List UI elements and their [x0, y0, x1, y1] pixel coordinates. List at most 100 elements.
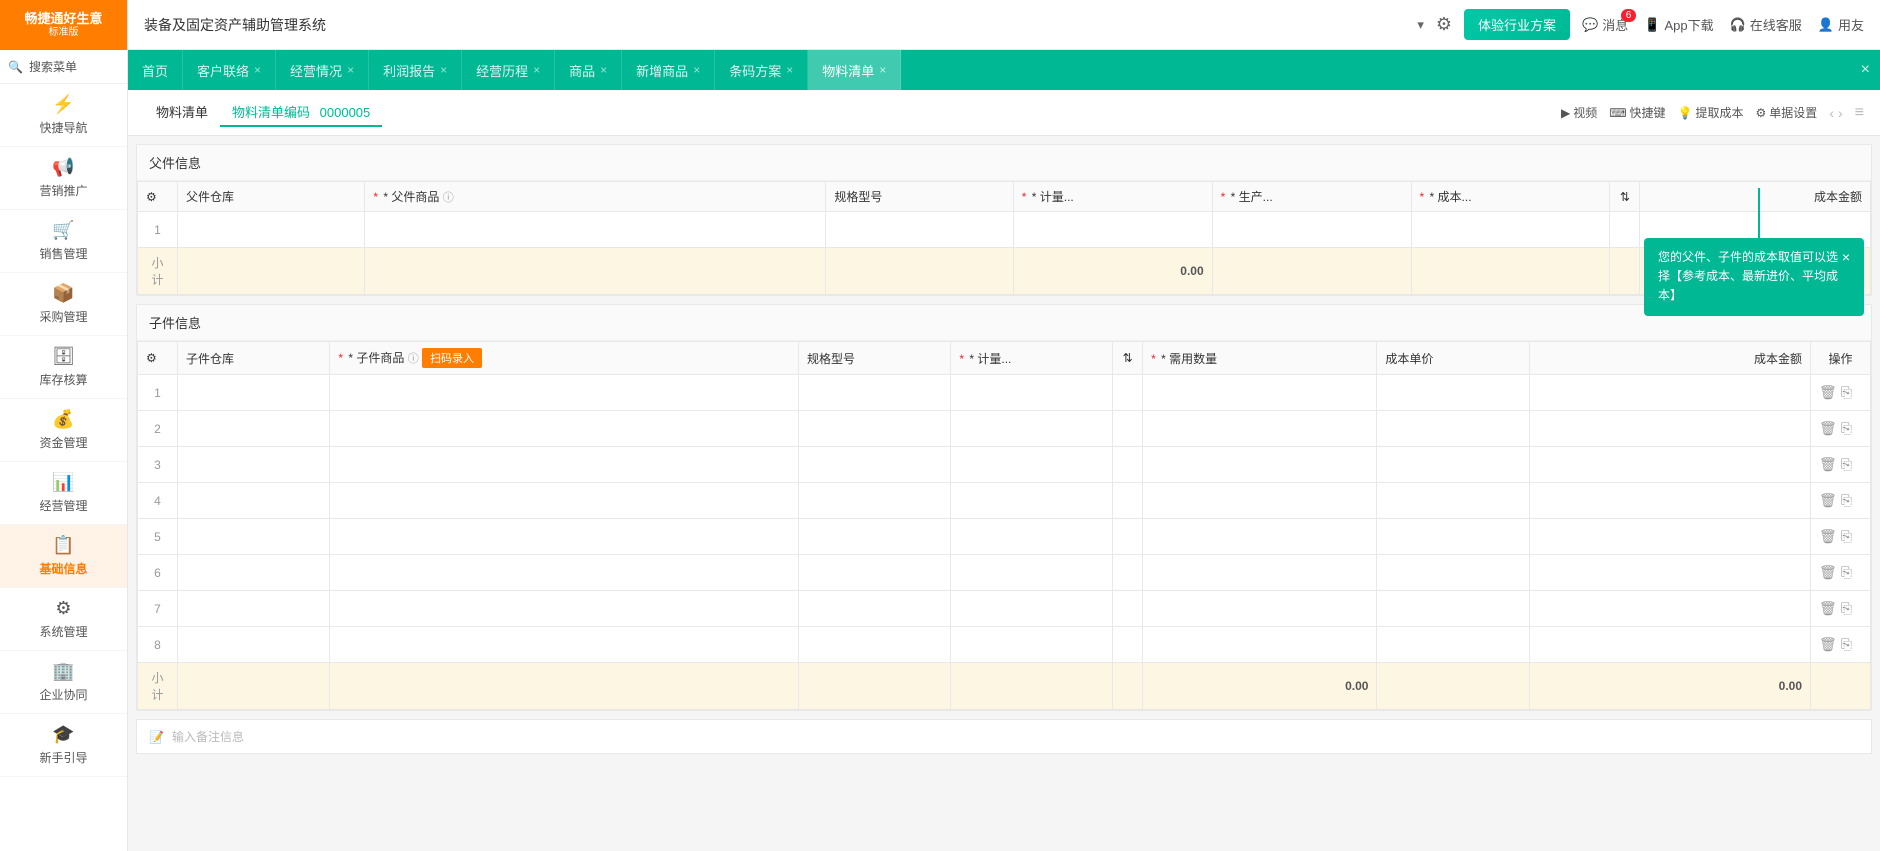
copy-icon[interactable]: ⎘	[1841, 564, 1852, 581]
copy-icon[interactable]: ⎘	[1841, 420, 1852, 437]
breadcrumb-tab-list[interactable]: 物料清单	[144, 98, 220, 127]
child-unit-cell[interactable]	[951, 591, 1113, 627]
child-product-cell[interactable]	[330, 519, 799, 555]
child-quantity-cell[interactable]	[1143, 447, 1377, 483]
child-warehouse-cell[interactable]	[178, 375, 330, 411]
sidebar-item-purchase[interactable]: 📦 采购管理	[0, 273, 127, 336]
child-quantity-cell[interactable]	[1143, 627, 1377, 663]
child-cost-amount-cell[interactable]	[1529, 627, 1810, 663]
child-unit-price-cell[interactable]	[1377, 555, 1529, 591]
child-unit-cell[interactable]	[951, 627, 1113, 663]
child-cost-amount-cell[interactable]	[1529, 447, 1810, 483]
child-unit-price-cell[interactable]	[1377, 519, 1529, 555]
copy-icon[interactable]: ⎘	[1841, 528, 1852, 545]
child-warehouse-cell[interactable]	[178, 483, 330, 519]
tab-bom[interactable]: 物料清单 ×	[808, 50, 901, 90]
copy-icon[interactable]: ⎘	[1841, 636, 1852, 653]
tab-customer[interactable]: 客户联络 ×	[183, 50, 276, 90]
child-sort-cell[interactable]	[1113, 375, 1143, 411]
delete-icon[interactable]: 🗑	[1819, 420, 1837, 437]
sidebar-item-enterprise[interactable]: 🏢 企业协同	[0, 651, 127, 714]
delete-icon[interactable]: 🗑	[1819, 636, 1837, 653]
child-sort-cell[interactable]	[1113, 627, 1143, 663]
child-col-settings[interactable]: ⚙	[138, 342, 178, 375]
tab-profit-report-close[interactable]: ×	[440, 63, 447, 77]
child-product-cell[interactable]	[330, 447, 799, 483]
tab-new-products[interactable]: 新增商品 ×	[622, 50, 715, 90]
child-spec-cell[interactable]	[799, 411, 951, 447]
child-unit-price-cell[interactable]	[1377, 375, 1529, 411]
sidebar-item-marketing[interactable]: 📢 营销推广	[0, 147, 127, 210]
child-unit-price-cell[interactable]	[1377, 591, 1529, 627]
child-unit-price-cell[interactable]	[1377, 483, 1529, 519]
tab-profit-report[interactable]: 利润报告 ×	[369, 50, 462, 90]
tab-operation-status-close[interactable]: ×	[347, 63, 354, 77]
child-product-cell[interactable]	[330, 591, 799, 627]
child-product-cell[interactable]	[330, 375, 799, 411]
child-product-cell[interactable]	[330, 483, 799, 519]
tab-barcode-close[interactable]: ×	[786, 63, 793, 77]
child-unit-cell[interactable]	[951, 447, 1113, 483]
child-quantity-cell[interactable]	[1143, 519, 1377, 555]
tab-operation-history[interactable]: 经营历程 ×	[462, 50, 555, 90]
child-unit-cell[interactable]	[951, 411, 1113, 447]
sidebar-item-quick-nav[interactable]: ⚡ 快捷导航	[0, 84, 127, 147]
sidebar-item-basic-info[interactable]: 📋 基础信息	[0, 525, 127, 588]
child-cost-amount-cell[interactable]	[1529, 375, 1810, 411]
search-menu[interactable]: 🔍 搜索菜单	[0, 50, 127, 84]
child-cost-amount-cell[interactable]	[1529, 555, 1810, 591]
delete-icon[interactable]: 🗑	[1819, 492, 1837, 509]
child-warehouse-cell[interactable]	[178, 447, 330, 483]
child-warehouse-cell[interactable]	[178, 627, 330, 663]
copy-icon[interactable]: ⎘	[1841, 456, 1852, 473]
scan-button[interactable]: 扫码录入	[422, 348, 482, 368]
child-warehouse-cell[interactable]	[178, 555, 330, 591]
child-product-cell[interactable]	[330, 555, 799, 591]
dropdown-arrow-icon[interactable]: ▾	[1417, 17, 1424, 33]
copy-icon[interactable]: ⎘	[1841, 600, 1852, 617]
sidebar-item-operations[interactable]: 📊 经营管理	[0, 462, 127, 525]
child-unit-price-cell[interactable]	[1377, 447, 1529, 483]
sidebar-item-finance[interactable]: 💰 资金管理	[0, 399, 127, 462]
sidebar-item-system[interactable]: ⚙ 系统管理	[0, 588, 127, 651]
child-spec-cell[interactable]	[799, 519, 951, 555]
tab-products-close[interactable]: ×	[600, 63, 607, 77]
delete-icon[interactable]: 🗑	[1819, 384, 1837, 401]
note-placeholder[interactable]: 输入备注信息	[172, 728, 244, 745]
child-unit-price-cell[interactable]	[1377, 411, 1529, 447]
delete-icon[interactable]: 🗑	[1819, 528, 1837, 545]
child-sort-cell[interactable]	[1113, 519, 1143, 555]
child-spec-cell[interactable]	[799, 375, 951, 411]
action-extract-cost[interactable]: 💡 提取成本	[1678, 104, 1744, 121]
trial-button[interactable]: 体验行业方案	[1464, 9, 1570, 40]
user-button[interactable]: 👤 用友	[1818, 15, 1864, 34]
child-quantity-cell[interactable]	[1143, 591, 1377, 627]
tab-operation-history-close[interactable]: ×	[533, 63, 540, 77]
child-warehouse-cell[interactable]	[178, 591, 330, 627]
close-all-tabs[interactable]: ×	[1851, 61, 1880, 79]
action-single-setting[interactable]: ⚙ 单据设置	[1756, 104, 1818, 121]
child-cost-amount-cell[interactable]	[1529, 519, 1810, 555]
child-spec-cell[interactable]	[799, 591, 951, 627]
action-shortcut[interactable]: ⌨ 快捷键	[1609, 104, 1665, 121]
child-unit-cell[interactable]	[951, 519, 1113, 555]
tooltip-close[interactable]: ×	[1842, 246, 1850, 268]
child-quantity-cell[interactable]	[1143, 411, 1377, 447]
copy-icon[interactable]: ⎘	[1841, 492, 1852, 509]
child-spec-cell[interactable]	[799, 627, 951, 663]
child-quantity-cell[interactable]	[1143, 555, 1377, 591]
online-service-button[interactable]: 🎧 在线客服	[1730, 15, 1802, 34]
parent-cost-cell[interactable]	[1411, 212, 1610, 248]
parent-production-cell[interactable]	[1212, 212, 1411, 248]
tab-bom-close[interactable]: ×	[879, 63, 886, 77]
sidebar-item-sales[interactable]: 🛒 销售管理	[0, 210, 127, 273]
parent-spec-cell[interactable]	[826, 212, 1013, 248]
child-sort-cell[interactable]	[1113, 447, 1143, 483]
tab-home[interactable]: 首页	[128, 50, 183, 90]
parent-warehouse-cell[interactable]	[178, 212, 365, 248]
child-sort-cell[interactable]	[1113, 483, 1143, 519]
sidebar-item-inventory[interactable]: 🗄 库存核算	[0, 336, 127, 399]
view-switch-icon[interactable]: ≡	[1855, 104, 1864, 122]
child-unit-price-cell[interactable]	[1377, 627, 1529, 663]
parent-unit-cell[interactable]	[1013, 212, 1212, 248]
